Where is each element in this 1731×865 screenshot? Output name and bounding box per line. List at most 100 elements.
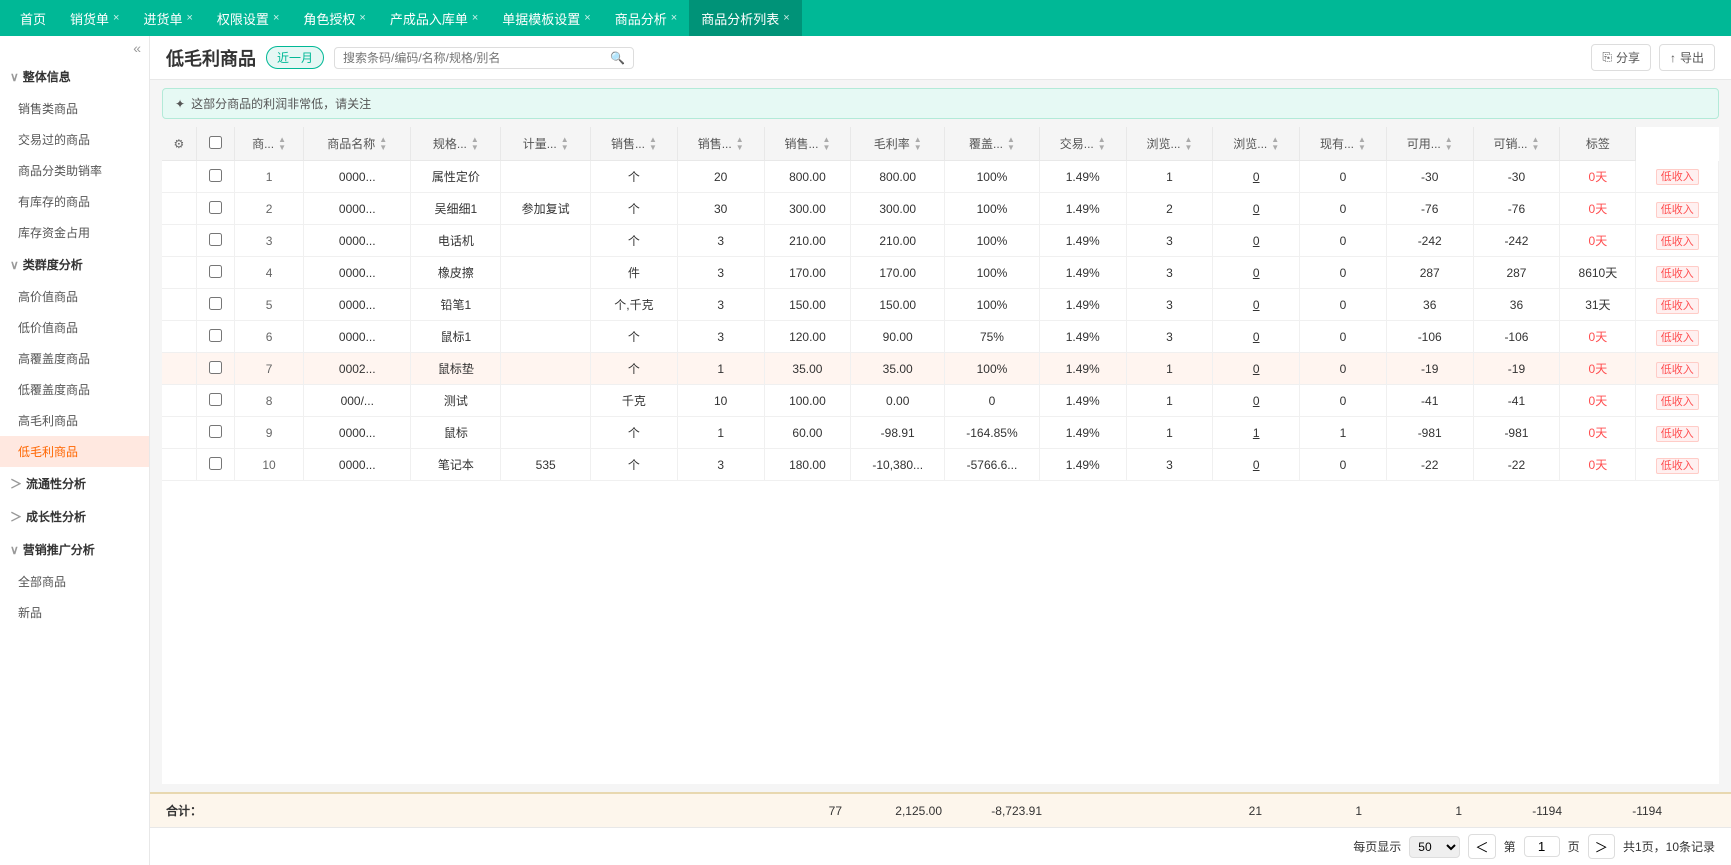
- row-browse1[interactable]: 0: [1213, 193, 1300, 225]
- col-sales-qty-header[interactable]: 销售...▲▼: [591, 127, 678, 161]
- col-current-stock-header[interactable]: 现有...▲▼: [1300, 127, 1387, 161]
- next-page-button[interactable]: ＞: [1588, 834, 1615, 859]
- row-browse1[interactable]: 0: [1213, 321, 1300, 353]
- per-page-select[interactable]: 50 100 200: [1409, 836, 1460, 858]
- nav-product-analysis-list[interactable]: 商品分析列表 ×: [689, 0, 801, 36]
- row-checkbox[interactable]: [196, 193, 234, 225]
- row-browse1[interactable]: 0: [1213, 257, 1300, 289]
- sidebar-item-category-rate[interactable]: 商品分类助销率: [0, 155, 149, 186]
- nav-product-inbound[interactable]: 产成品入库单 ×: [378, 0, 490, 36]
- sidebar-collapse-btn[interactable]: «: [129, 40, 145, 56]
- col-unit-header[interactable]: 计量...▲▼: [501, 127, 591, 161]
- row-browse1[interactable]: 1: [1213, 417, 1300, 449]
- row-sales-amount: 35.00: [851, 353, 945, 385]
- col-sales-amount-header[interactable]: 销售...▲▼: [764, 127, 851, 161]
- col-spec-header[interactable]: 规格...▲▼: [411, 127, 501, 161]
- col-browse2-header[interactable]: 浏览...▲▼: [1213, 127, 1300, 161]
- sidebar-group-growth[interactable]: ＞ 成长性分析: [0, 500, 149, 533]
- sidebar-group-marketing[interactable]: ∨ 营销推广分析: [0, 533, 149, 566]
- col-code-header[interactable]: 商...▲▼: [235, 127, 304, 161]
- sidebar-item-low-coverage[interactable]: 低覆盖度商品: [0, 374, 149, 405]
- sidebar-group-cluster[interactable]: ∨ 类群度分析: [0, 248, 149, 281]
- nav-template-settings-close[interactable]: ×: [584, 12, 590, 24]
- sidebar-item-capital[interactable]: 库存资金占用: [0, 217, 149, 248]
- row-checkbox[interactable]: [196, 289, 234, 321]
- col-available-header[interactable]: 可用...▲▼: [1386, 127, 1473, 161]
- sidebar-item-in-stock[interactable]: 有库存的商品: [0, 186, 149, 217]
- nav-roles[interactable]: 角色授权 ×: [291, 0, 377, 36]
- row-code: 0000...: [304, 225, 411, 257]
- per-page-label: 每页显示: [1353, 838, 1401, 855]
- col-browse1-header[interactable]: 浏览...▲▼: [1126, 127, 1213, 161]
- row-checkbox[interactable]: [196, 385, 234, 417]
- share-button[interactable]: ⎘ 分享: [1591, 44, 1651, 71]
- sidebar-item-high-margin[interactable]: 高毛利商品: [0, 405, 149, 436]
- nav-permissions-close[interactable]: ×: [273, 12, 279, 24]
- page-number-input[interactable]: [1524, 836, 1560, 857]
- row-checkbox[interactable]: [196, 257, 234, 289]
- nav-sales-close[interactable]: ×: [113, 12, 119, 24]
- sidebar-item-low-value[interactable]: 低价值商品: [0, 312, 149, 343]
- row-transaction: 3: [1126, 225, 1213, 257]
- col-sales-price-header[interactable]: 销售...▲▼: [677, 127, 764, 161]
- settings-icon[interactable]: ⚙: [173, 137, 184, 151]
- sidebar-item-low-margin[interactable]: 低毛利商品: [0, 436, 149, 467]
- sidebar-item-high-value[interactable]: 高价值商品: [0, 281, 149, 312]
- row-browse2: 1: [1300, 417, 1387, 449]
- row-checkbox[interactable]: [196, 321, 234, 353]
- row-checkbox[interactable]: [196, 449, 234, 481]
- col-transaction-header[interactable]: 交易...▲▼: [1039, 127, 1126, 161]
- nav-template-settings[interactable]: 单据模板设置 ×: [490, 0, 602, 36]
- row-checkbox[interactable]: [196, 161, 234, 193]
- nav-purchase[interactable]: 进货单 ×: [131, 0, 204, 36]
- row-sellable: 0天: [1560, 353, 1636, 385]
- sidebar-item-all-products[interactable]: 全部商品: [0, 566, 149, 597]
- row-sales-qty: 20: [677, 161, 764, 193]
- nav-roles-close[interactable]: ×: [359, 12, 365, 24]
- row-checkbox[interactable]: [196, 353, 234, 385]
- row-browse1[interactable]: 0: [1213, 225, 1300, 257]
- prev-page-button[interactable]: ＜: [1468, 834, 1495, 859]
- row-browse1[interactable]: 0: [1213, 289, 1300, 321]
- nav-product-analysis-list-close[interactable]: ×: [783, 12, 789, 24]
- col-sellable-header[interactable]: 可销...▲▼: [1473, 127, 1560, 161]
- row-browse1[interactable]: 0: [1213, 449, 1300, 481]
- row-gross-rate: 100%: [945, 353, 1040, 385]
- sidebar-item-high-coverage[interactable]: 高覆盖度商品: [0, 343, 149, 374]
- col-checkbox-header[interactable]: [196, 127, 234, 161]
- sidebar-item-traded-products[interactable]: 交易过的商品: [0, 124, 149, 155]
- nav-permissions[interactable]: 权限设置 ×: [205, 0, 291, 36]
- export-button[interactable]: ↑ 导出: [1659, 44, 1715, 71]
- search-icon[interactable]: 🔍: [610, 51, 625, 65]
- nav-product-analysis-close[interactable]: ×: [671, 12, 677, 24]
- nav-purchase-close[interactable]: ×: [186, 12, 192, 24]
- search-input[interactable]: [343, 51, 610, 65]
- sidebar-item-sales-products[interactable]: 销售类商品: [0, 93, 149, 124]
- nav-sales[interactable]: 销货单 ×: [58, 0, 131, 36]
- date-filter-button[interactable]: 近一月: [266, 46, 324, 69]
- row-sales-qty: 10: [677, 385, 764, 417]
- nav-product-inbound-close[interactable]: ×: [472, 12, 478, 24]
- col-gross-rate-header[interactable]: 毛利率▲▼: [851, 127, 945, 161]
- row-checkbox[interactable]: [196, 417, 234, 449]
- sidebar-group-circulation[interactable]: ＞ 流通性分析: [0, 467, 149, 500]
- col-tag-header[interactable]: 标签: [1560, 127, 1636, 161]
- row-unit: 个: [591, 353, 678, 385]
- select-all-checkbox[interactable]: [209, 136, 222, 149]
- row-sales-price: 60.00: [764, 417, 851, 449]
- row-browse1[interactable]: 0: [1213, 353, 1300, 385]
- col-settings-header[interactable]: ⚙: [162, 127, 196, 161]
- row-code: 000/...: [304, 385, 411, 417]
- nav-home[interactable]: 首页: [8, 0, 58, 36]
- table-row: 3 0000... 电话机 个 3 210.00 210.00 100% 1.4…: [162, 225, 1719, 257]
- sidebar-group-overall[interactable]: ∨ 整体信息: [0, 60, 149, 93]
- row-browse1[interactable]: 0: [1213, 161, 1300, 193]
- row-unit: 个: [591, 193, 678, 225]
- sidebar-item-new-products[interactable]: 新品: [0, 597, 149, 628]
- row-current-stock: -76: [1386, 193, 1473, 225]
- col-coverage-header[interactable]: 覆盖...▲▼: [945, 127, 1040, 161]
- row-checkbox[interactable]: [196, 225, 234, 257]
- row-browse1[interactable]: 0: [1213, 385, 1300, 417]
- col-name-header[interactable]: 商品名称▲▼: [304, 127, 411, 161]
- nav-product-analysis[interactable]: 商品分析 ×: [603, 0, 689, 36]
